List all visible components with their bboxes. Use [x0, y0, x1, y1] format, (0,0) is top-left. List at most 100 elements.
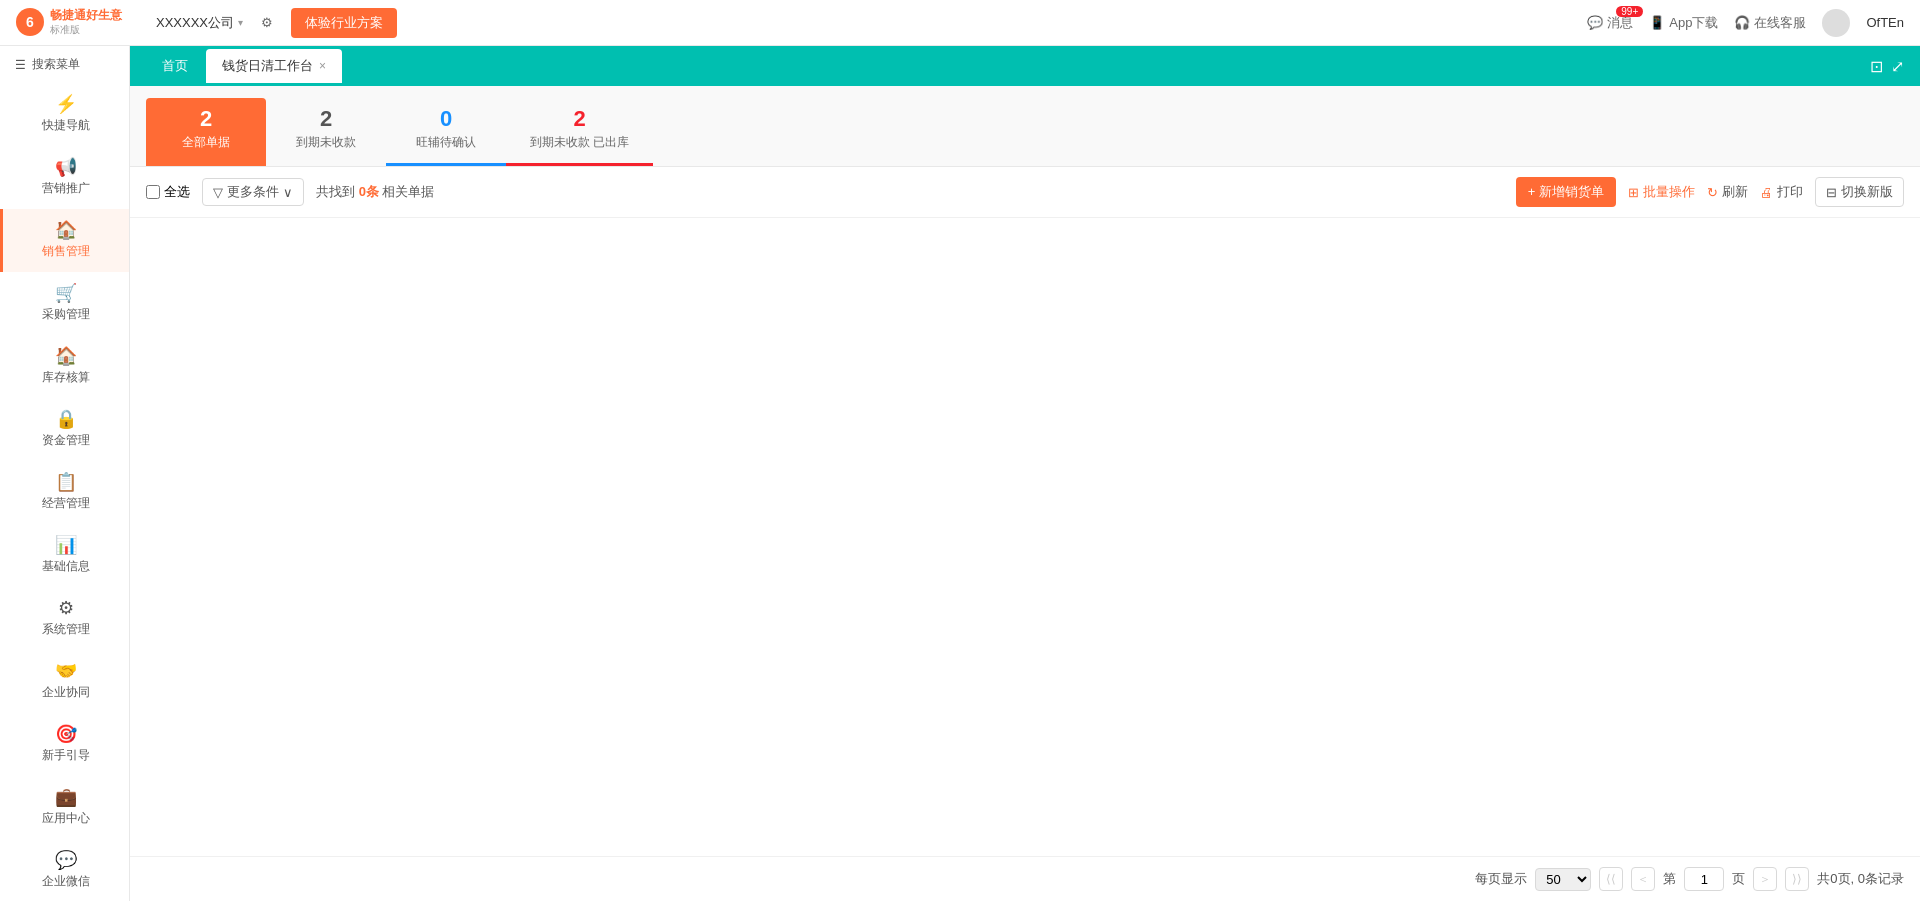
stat-tab-all[interactable]: 2 全部单据: [146, 98, 266, 166]
stat-tab-overdue[interactable]: 2 到期未收款: [266, 98, 386, 166]
sidebar-label-base-info: 基础信息: [42, 558, 90, 575]
batch-label: 批量操作: [1643, 183, 1695, 201]
tab-home-label: 首页: [162, 57, 188, 75]
settings-icon-btn[interactable]: ⚙: [253, 9, 281, 37]
page-input[interactable]: [1684, 867, 1724, 891]
main-layout: ☰ 搜索菜单 ⚡ 快捷导航 📢 营销推广 🏠 销售管理 🛒 采购管理 🏠 库存核…: [0, 46, 1920, 901]
message-icon: 💬: [1587, 15, 1603, 30]
found-text: 共找到 0条 相关单据: [316, 183, 434, 201]
page-total: 共0页, 0条记录: [1817, 870, 1904, 888]
message-btn[interactable]: 💬 消息 99+: [1587, 14, 1633, 32]
toolbar-left: 全选 ▽ 更多条件 ∨ 共找到 0条 相关单据: [146, 178, 1504, 206]
operations-icon: 📋: [55, 473, 77, 491]
refresh-btn[interactable]: ↻ 刷新: [1707, 183, 1748, 201]
enterprise-icon: 🤝: [55, 662, 77, 680]
marketing-icon: 📢: [55, 158, 77, 176]
page-label: 第: [1663, 870, 1676, 888]
sidebar-item-search-menu[interactable]: ☰ 搜索菜单: [0, 46, 129, 83]
stat-tab-overdue-shipped[interactable]: 2 到期未收款 已出库: [506, 98, 653, 166]
toolbar-right: + 新增销货单 ⊞ 批量操作 ↻ 刷新 🖨 打印 ⊟: [1516, 177, 1904, 207]
stat-all-label: 全部单据: [182, 134, 230, 151]
pagination: 每页显示 20 50 100 ⟨⟨ ＜ 第 页 ＞ ⟩⟩ 共0页, 0条记录: [130, 856, 1920, 901]
logo-icon: 6: [16, 8, 44, 36]
sidebar-item-base-info[interactable]: 📊 基础信息: [0, 524, 129, 587]
page-next-btn[interactable]: ＞: [1753, 867, 1777, 891]
sidebar-label-quick-nav: 快捷导航: [42, 117, 90, 134]
sidebar-label-purchase: 采购管理: [42, 306, 90, 323]
tab-minimize-icon[interactable]: ⊡: [1870, 57, 1883, 76]
headset-icon: 🎧: [1734, 15, 1750, 30]
sidebar-item-enterprise[interactable]: 🤝 企业协同: [0, 650, 129, 713]
top-bar-right: 💬 消息 99+ 📱 App下载 🎧 在线客服 OfTEn: [1587, 9, 1904, 37]
per-page-label: 每页显示: [1475, 870, 1527, 888]
sidebar-item-marketing[interactable]: 📢 营销推广: [0, 146, 129, 209]
logo-sub: 标准版: [50, 23, 122, 37]
page-prev-btn[interactable]: ＜: [1631, 867, 1655, 891]
sidebar-item-guide[interactable]: 🎯 新手引导: [0, 713, 129, 776]
tab-expand-icon[interactable]: ⤢: [1891, 57, 1904, 76]
app-center-icon: 💼: [55, 788, 77, 806]
top-bar-left: 6 畅捷通好生意 标准版 XXXXXX公司 ▾ ⚙ 体验行业方案: [16, 8, 397, 38]
online-service-btn[interactable]: 🎧 在线客服: [1734, 14, 1806, 32]
table-empty-area: [130, 218, 1920, 856]
page-first-btn[interactable]: ⟨⟨: [1599, 867, 1623, 891]
found-suffix: 相关单据: [382, 184, 434, 199]
print-icon: 🖨: [1760, 185, 1773, 200]
sidebar-item-sys-mgmt[interactable]: ⚙ 系统管理: [0, 587, 129, 650]
stat-overdue-label: 到期未收款: [296, 134, 356, 151]
tab-home[interactable]: 首页: [146, 49, 204, 83]
filter-label: 更多条件: [227, 183, 279, 201]
switch-icon: ⊟: [1826, 185, 1837, 200]
experience-btn[interactable]: 体验行业方案: [291, 8, 397, 38]
sidebar-item-enterprise-wx[interactable]: 💬 企业微信: [0, 839, 129, 901]
sidebar: ☰ 搜索菜单 ⚡ 快捷导航 📢 营销推广 🏠 销售管理 🛒 采购管理 🏠 库存核…: [0, 46, 130, 901]
tab-actions: ⊡ ⤢: [1870, 57, 1904, 76]
company-selector[interactable]: XXXXXX公司 ▾: [156, 14, 243, 32]
sidebar-item-operations[interactable]: 📋 经营管理: [0, 461, 129, 524]
batch-icon: ⊞: [1628, 185, 1639, 200]
switch-label: 切换新版: [1841, 183, 1893, 201]
stats-tabs: 2 全部单据 2 到期未收款 0 旺辅待确认 2 到期未收款 已出库: [130, 86, 1920, 167]
finance-icon: 🔒: [55, 410, 77, 428]
filter-chevron-icon: ∨: [283, 185, 293, 200]
switch-new-btn[interactable]: ⊟ 切换新版: [1815, 177, 1904, 207]
sidebar-item-inventory[interactable]: 🏠 库存核算: [0, 335, 129, 398]
sidebar-label-guide: 新手引导: [42, 747, 90, 764]
filter-btn[interactable]: ▽ 更多条件 ∨: [202, 178, 304, 206]
found-count: 0条: [359, 184, 379, 199]
sidebar-item-sales[interactable]: 🏠 销售管理: [0, 209, 129, 272]
per-page-select[interactable]: 20 50 100: [1535, 868, 1591, 891]
select-all-checkbox[interactable]: 全选: [146, 183, 190, 201]
sidebar-label-enterprise-wx: 企业微信: [42, 873, 90, 890]
select-all-label: 全选: [164, 183, 190, 201]
print-btn[interactable]: 🖨 打印: [1760, 183, 1803, 201]
company-name: XXXXXX公司: [156, 14, 234, 32]
page-label-end: 页: [1732, 870, 1745, 888]
sys-mgmt-icon: ⚙: [58, 599, 74, 617]
gear-icon: ⚙: [261, 15, 273, 30]
toolbar: 全选 ▽ 更多条件 ∨ 共找到 0条 相关单据 + 新增销货单 ⊞: [130, 167, 1920, 218]
select-all-input[interactable]: [146, 185, 160, 199]
refresh-label: 刷新: [1722, 183, 1748, 201]
app-download-btn[interactable]: 📱 App下载: [1649, 14, 1718, 32]
sidebar-label-operations: 经营管理: [42, 495, 90, 512]
main-content: 首页 钱货日清工作台 × ⊡ ⤢ 2 全部单据 2 到期未收款: [130, 46, 1920, 901]
stat-tab-wangpu[interactable]: 0 旺辅待确认: [386, 98, 506, 166]
sidebar-item-app-center[interactable]: 💼 应用中心: [0, 776, 129, 839]
top-bar: 6 畅捷通好生意 标准版 XXXXXX公司 ▾ ⚙ 体验行业方案 💬 消息 99…: [0, 0, 1920, 46]
sidebar-item-purchase[interactable]: 🛒 采购管理: [0, 272, 129, 335]
tab-workbench[interactable]: 钱货日清工作台 ×: [206, 49, 342, 83]
print-label: 打印: [1777, 183, 1803, 201]
sidebar-item-quick-nav[interactable]: ⚡ 快捷导航: [0, 83, 129, 146]
sidebar-label-search: 搜索菜单: [32, 56, 80, 73]
stat-overdue-shipped-label: 到期未收款 已出库: [530, 134, 629, 151]
page-last-btn[interactable]: ⟩⟩: [1785, 867, 1809, 891]
batch-op-btn[interactable]: ⊞ 批量操作: [1628, 183, 1695, 201]
stat-overdue-number: 2: [320, 106, 332, 132]
tab-close-icon[interactable]: ×: [319, 59, 326, 73]
new-sale-btn[interactable]: + 新增销货单: [1516, 177, 1616, 207]
avatar[interactable]: [1822, 9, 1850, 37]
stat-wangpu-label: 旺辅待确认: [416, 134, 476, 151]
sidebar-item-finance[interactable]: 🔒 资金管理: [0, 398, 129, 461]
quick-nav-icon: ⚡: [55, 95, 77, 113]
